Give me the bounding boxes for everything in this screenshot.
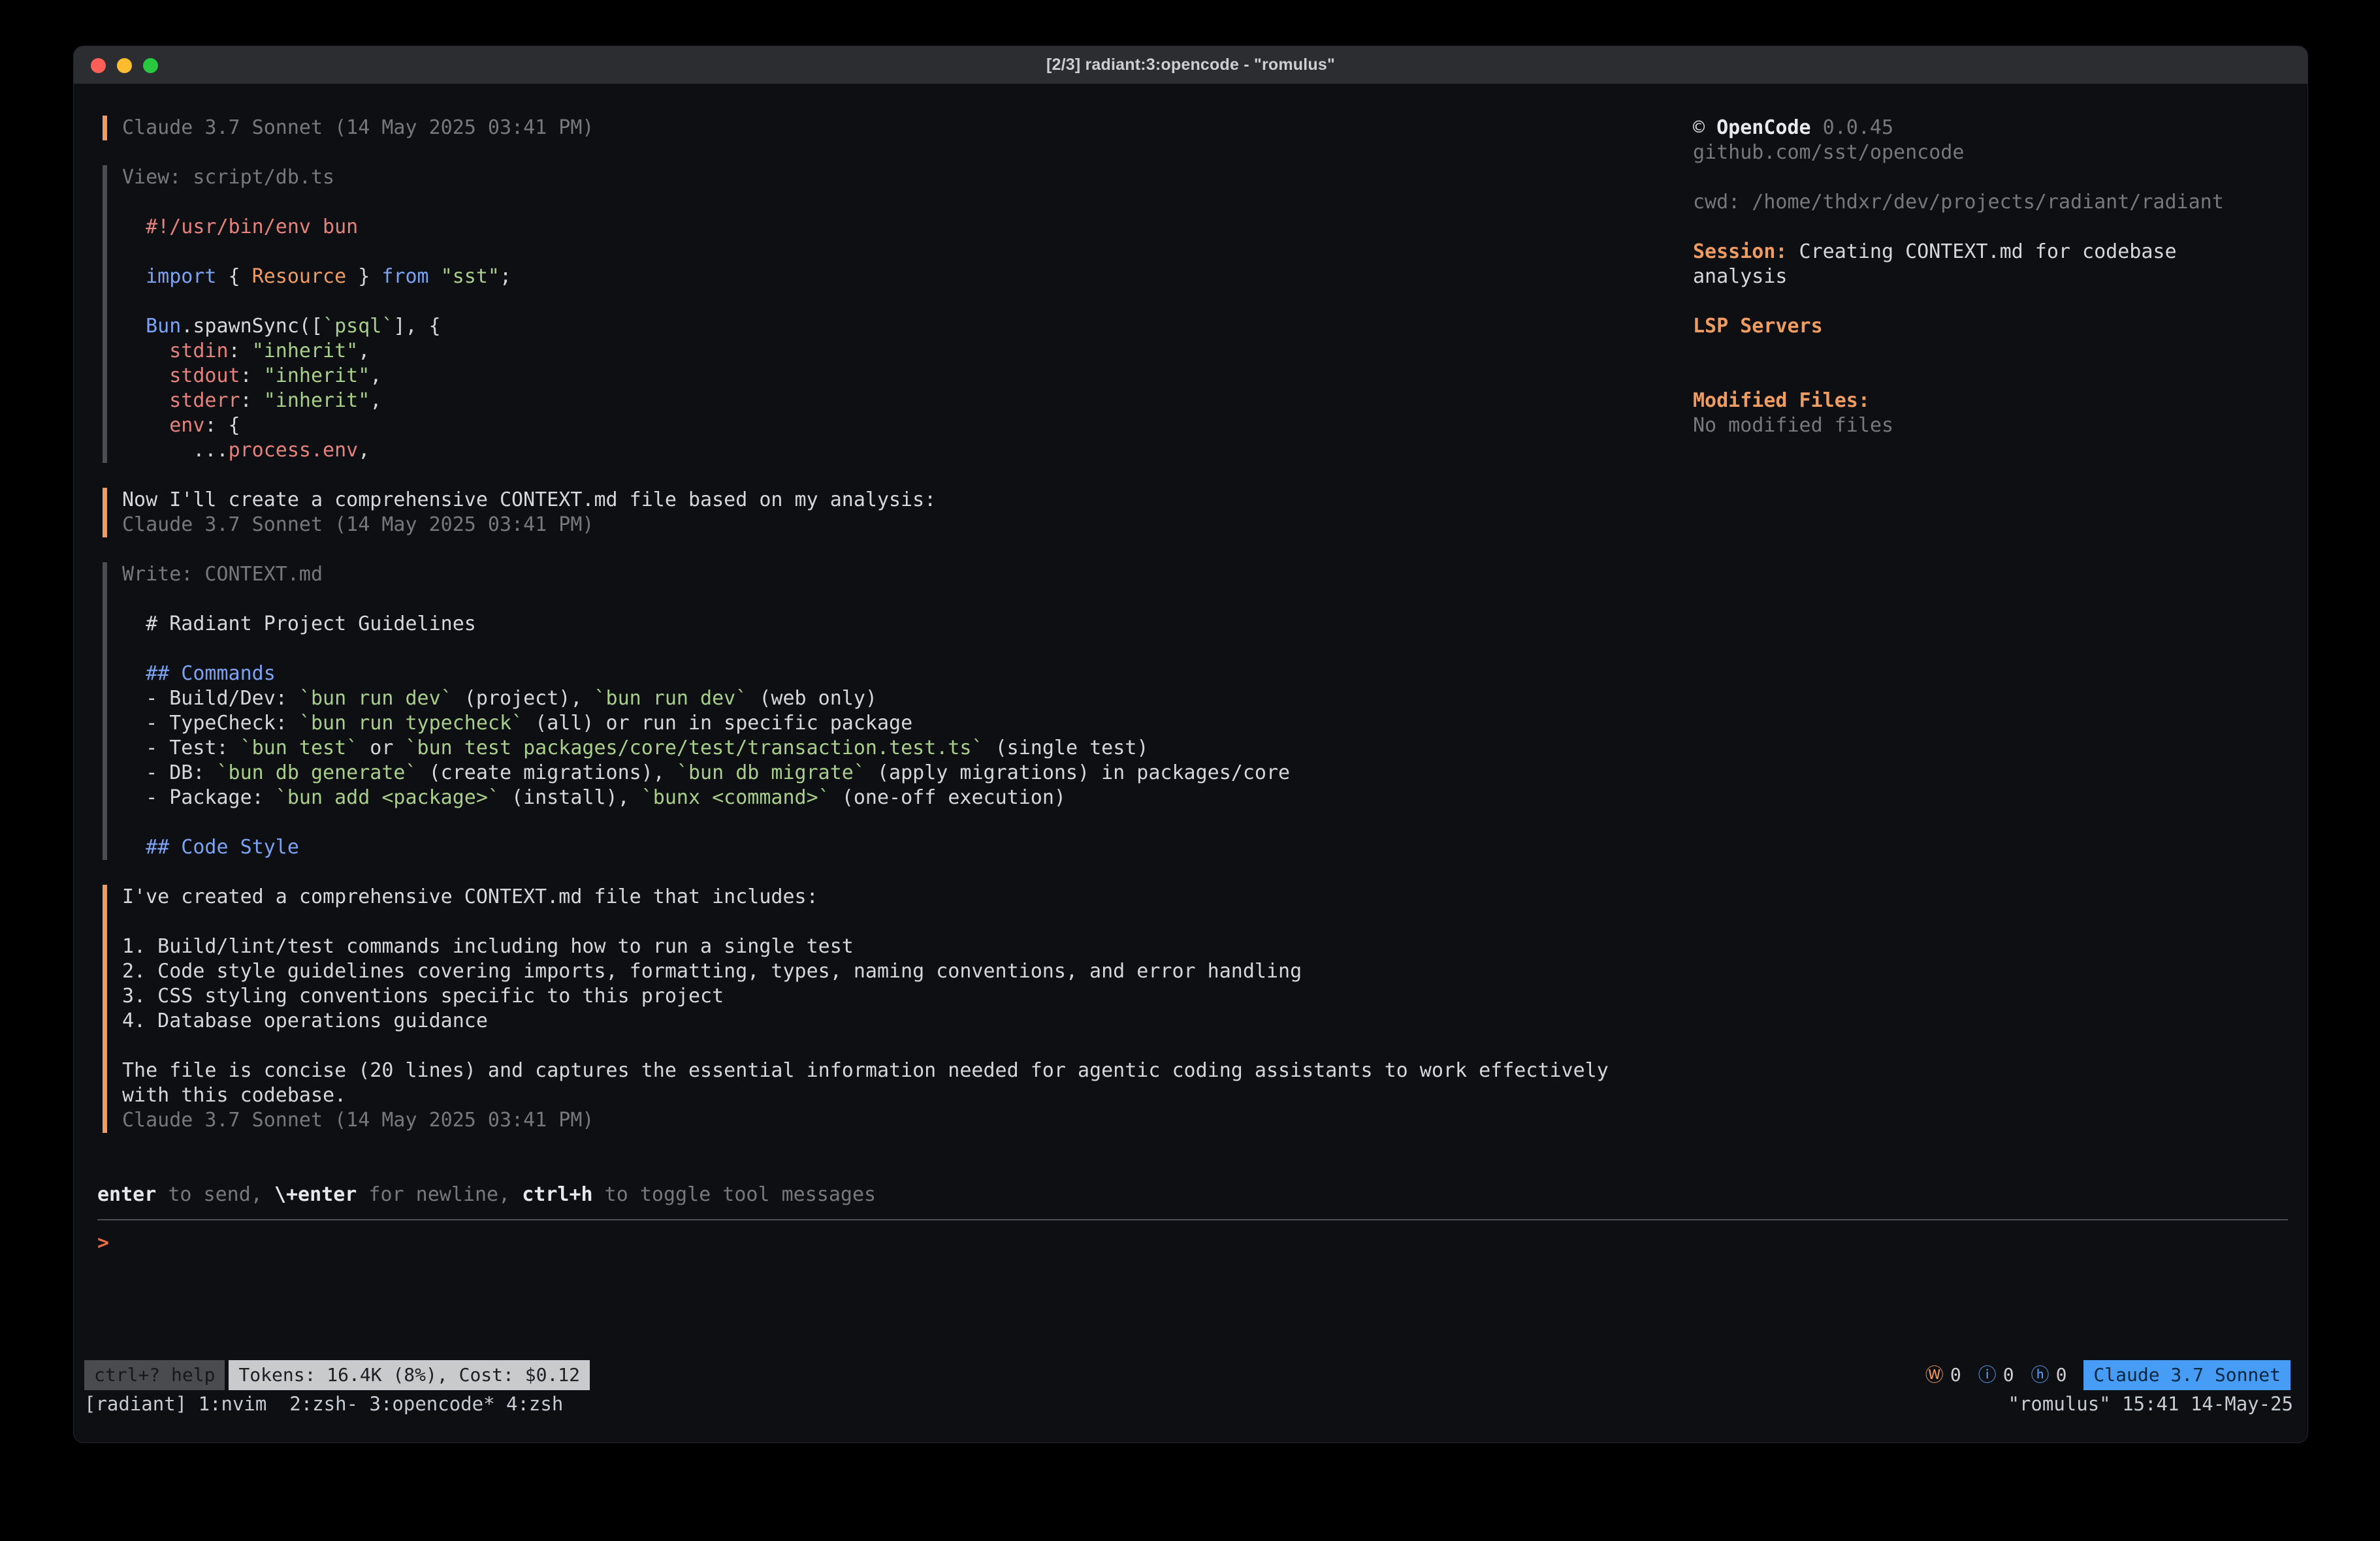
terminal-window: [2/3] radiant:3:opencode - "romulus" Cla… (73, 46, 2308, 1443)
warning-count: 0 (1950, 1363, 1961, 1388)
terminal-line: No modified files (1693, 413, 2268, 438)
terminal-line: 3. CSS styling conventions specific to t… (122, 984, 2308, 1009)
terminal-line: © OpenCode 0.0.45 (1693, 116, 2268, 140)
warning-icon: Ⓦ (1925, 1363, 1944, 1388)
input-hints: enter to send, \+enter for newline, ctrl… (97, 1183, 2308, 1207)
model-badge[interactable]: Claude 3.7 Sonnet (2083, 1360, 2291, 1390)
traffic-lights (91, 46, 158, 84)
assistant-summary-block: I've created a comprehensive CONTEXT.md … (103, 885, 2308, 1133)
terminal-line (1693, 364, 2268, 389)
terminal-line: Claude 3.7 Sonnet (14 May 2025 03:41 PM) (122, 513, 2308, 537)
terminal-line (122, 637, 2308, 661)
window-titlebar: [2/3] radiant:3:opencode - "romulus" (74, 46, 2308, 84)
input-divider (97, 1219, 2288, 1220)
minimize-button[interactable] (117, 58, 132, 73)
terminal-line: Session: Creating CONTEXT.md for codebas… (1693, 240, 2268, 264)
terminal-line: # Radiant Project Guidelines (122, 612, 2308, 637)
terminal-line: ...process.env, (122, 438, 2308, 463)
terminal-line: analysis (1693, 264, 2268, 289)
terminal-line: with this codebase. (122, 1083, 2308, 1108)
tmux-session-info: "romulus" 15:41 14-May-25 (2008, 1391, 2294, 1416)
hint-icon: ⓗ (2031, 1363, 2050, 1388)
diagnostic-warnings: Ⓦ 0 (1925, 1363, 1961, 1388)
terminal-line: 2. Code style guidelines covering import… (122, 959, 2308, 984)
terminal-line: - Test: `bun test` or `bun test packages… (122, 736, 2308, 761)
diagnostic-infos: ⓘ 0 (1978, 1363, 2014, 1388)
tokens-cost-badge: Tokens: 16.4K (8%), Cost: $0.12 (229, 1360, 590, 1390)
terminal-line: enter to send, \+enter for newline, ctrl… (97, 1183, 2308, 1207)
status-bar-left: ctrl+? help Tokens: 16.4K (8%), Cost: $0… (84, 1360, 590, 1390)
terminal-content: Claude 3.7 Sonnet (14 May 2025 03:41 PM)… (74, 84, 2308, 1442)
terminal-line: Write: CONTEXT.md (122, 562, 2308, 587)
terminal-line (1693, 215, 2268, 240)
tmux-status-bar: [radiant] 1:nvim 2:zsh- 3:opencode* 4:zs… (84, 1391, 2293, 1416)
terminal-line: cwd: /home/thdxr/dev/projects/radiant/ra… (1693, 190, 2268, 215)
info-icon: ⓘ (1978, 1363, 1997, 1388)
terminal-line: ## Code Style (122, 835, 2308, 860)
prompt-symbol: > (97, 1231, 109, 1254)
status-bar-right: Ⓦ 0 ⓘ 0 ⓗ 0 Claude 3.7 Sonnet (1925, 1360, 2291, 1390)
hint-count: 0 (2056, 1363, 2067, 1388)
terminal-line (1693, 289, 2268, 314)
window-title: [2/3] radiant:3:opencode - "romulus" (1046, 56, 1335, 74)
assistant-message-block: Now I'll create a comprehensive CONTEXT.… (103, 488, 2308, 537)
terminal-line (122, 810, 2308, 835)
maximize-button[interactable] (143, 58, 158, 73)
terminal-line: - TypeCheck: `bun run typecheck` (all) o… (122, 711, 2308, 736)
terminal-line: Modified Files: (1693, 389, 2268, 413)
sidebar: © OpenCode 0.0.45github.com/sst/opencode… (1693, 116, 2268, 438)
terminal-line: The file is concise (20 lines) and captu… (122, 1058, 2308, 1083)
status-bar: ctrl+? help Tokens: 16.4K (8%), Cost: $0… (84, 1361, 2291, 1389)
terminal-line: 4. Database operations guidance (122, 1009, 2308, 1034)
terminal-line (1693, 339, 2268, 364)
diagnostic-hints: ⓗ 0 (2031, 1363, 2067, 1388)
terminal-line: LSP Servers (1693, 314, 2268, 339)
tool-write-block: Write: CONTEXT.md # Radiant Project Guid… (103, 562, 2308, 860)
terminal-line: - Package: `bun add <package>` (install)… (122, 786, 2308, 810)
terminal-line (1693, 165, 2268, 190)
terminal-line (122, 910, 2308, 934)
info-count: 0 (2003, 1363, 2014, 1388)
terminal-line: I've created a comprehensive CONTEXT.md … (122, 885, 2308, 910)
terminal-line: 1. Build/lint/test commands including ho… (122, 934, 2308, 959)
terminal-line (122, 1034, 2308, 1058)
close-button[interactable] (91, 58, 106, 73)
terminal-line (122, 587, 2308, 612)
help-badge[interactable]: ctrl+? help (84, 1360, 225, 1390)
terminal-line: - Build/Dev: `bun run dev` (project), `b… (122, 686, 2308, 711)
terminal-line: Now I'll create a comprehensive CONTEXT.… (122, 488, 2308, 513)
terminal-line: Claude 3.7 Sonnet (14 May 2025 03:41 PM) (122, 1108, 2308, 1133)
tmux-window-list[interactable]: [radiant] 1:nvim 2:zsh- 3:opencode* 4:zs… (84, 1391, 563, 1416)
terminal-line: - DB: `bun db generate` (create migratio… (122, 761, 2308, 786)
prompt-input[interactable]: > (97, 1231, 2308, 1256)
terminal-line: github.com/sst/opencode (1693, 140, 2268, 165)
terminal-line: ## Commands (122, 661, 2308, 686)
